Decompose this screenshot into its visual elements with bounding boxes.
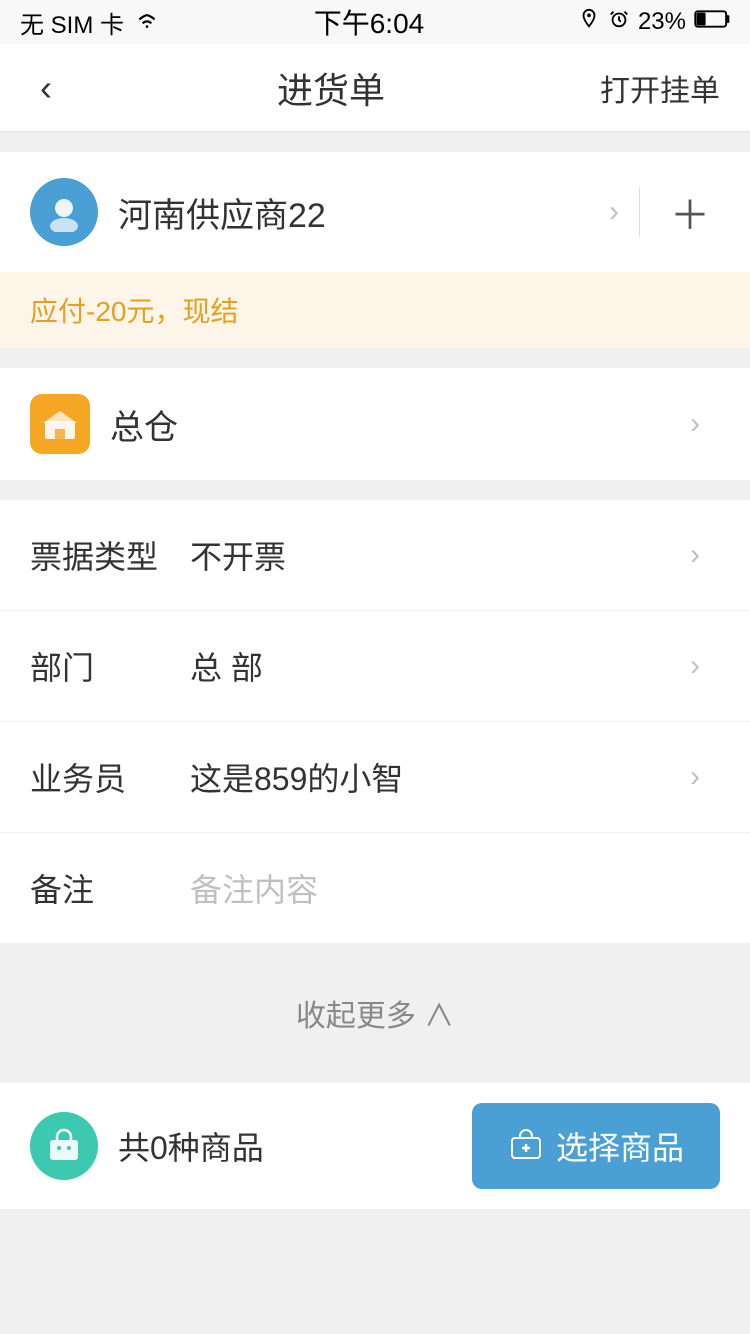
status-right: 23% [578, 8, 730, 37]
warehouse-icon [30, 394, 90, 454]
salesperson-chevron-icon: › [690, 760, 700, 794]
invoice-type-row[interactable]: 票据类型 不开票 › [0, 500, 750, 611]
add-supplier-button[interactable]: ＋ [660, 183, 720, 241]
remark-row[interactable]: 备注 备注内容 [0, 833, 750, 943]
wifi-icon [134, 6, 160, 39]
form-section: 票据类型 不开票 › 部门 总 部 › 业务员 这是859的小智 › 备注 备注… [0, 500, 750, 943]
supplier-name: 河南供应商22 [118, 188, 609, 237]
top-divider [0, 132, 750, 152]
salesperson-row[interactable]: 业务员 这是859的小智 › [0, 722, 750, 833]
page-title: 进货单 [277, 62, 385, 114]
supplier-section: 河南供应商22 › ＋ 应付-20元，现结 [0, 152, 750, 348]
notice-bar: 应付-20元，现结 [0, 272, 750, 348]
salesperson-label: 业务员 [30, 754, 170, 800]
select-product-button[interactable]: 选择商品 [472, 1103, 720, 1189]
remark-input[interactable]: 备注内容 [170, 865, 720, 911]
battery-label: 23% [638, 8, 686, 36]
divider-1 [0, 348, 750, 368]
remark-label: 备注 [30, 865, 170, 911]
collapse-button[interactable]: 收起更多 ∧ [0, 963, 750, 1063]
select-product-label: 选择商品 [556, 1123, 684, 1169]
invoice-type-label: 票据类型 [30, 532, 170, 578]
status-time: 下午6:04 [314, 2, 425, 42]
notice-text: 应付-20元，现结 [30, 296, 238, 327]
department-row[interactable]: 部门 总 部 › [0, 611, 750, 722]
open-pending-button[interactable]: 打开挂单 [600, 66, 720, 110]
warehouse-name: 总仓 [110, 400, 690, 449]
salesperson-value: 这是859的小智 [170, 754, 690, 800]
carrier-label: 无 SIM 卡 [20, 5, 124, 40]
product-bar: 共0种商品 选择商品 [0, 1083, 750, 1209]
product-icon [30, 1112, 98, 1180]
supplier-row[interactable]: 河南供应商22 › ＋ [0, 152, 750, 272]
department-value: 总 部 [170, 643, 690, 689]
back-button[interactable]: ‹ [30, 57, 62, 119]
supplier-avatar [30, 178, 98, 246]
location-icon [578, 8, 600, 37]
status-left: 无 SIM 卡 [20, 5, 160, 40]
alarm-icon [608, 8, 630, 37]
warehouse-row[interactable]: 总仓 › [0, 368, 750, 480]
department-label: 部门 [30, 643, 170, 689]
invoice-type-value: 不开票 [170, 532, 690, 578]
collapse-label: 收起更多 ∧ [296, 1000, 454, 1033]
battery-icon [694, 8, 730, 37]
vertical-divider [639, 187, 640, 237]
invoice-type-chevron-icon: › [690, 538, 700, 572]
department-chevron-icon: › [690, 649, 700, 683]
warehouse-chevron-icon: › [690, 407, 700, 441]
product-count-label: 共0种商品 [118, 1123, 472, 1169]
warehouse-section: 总仓 › [0, 368, 750, 480]
nav-bar: ‹ 进货单 打开挂单 [0, 44, 750, 132]
supplier-chevron-icon: › [609, 195, 619, 229]
status-bar: 无 SIM 卡 下午6:04 23% [0, 0, 750, 44]
